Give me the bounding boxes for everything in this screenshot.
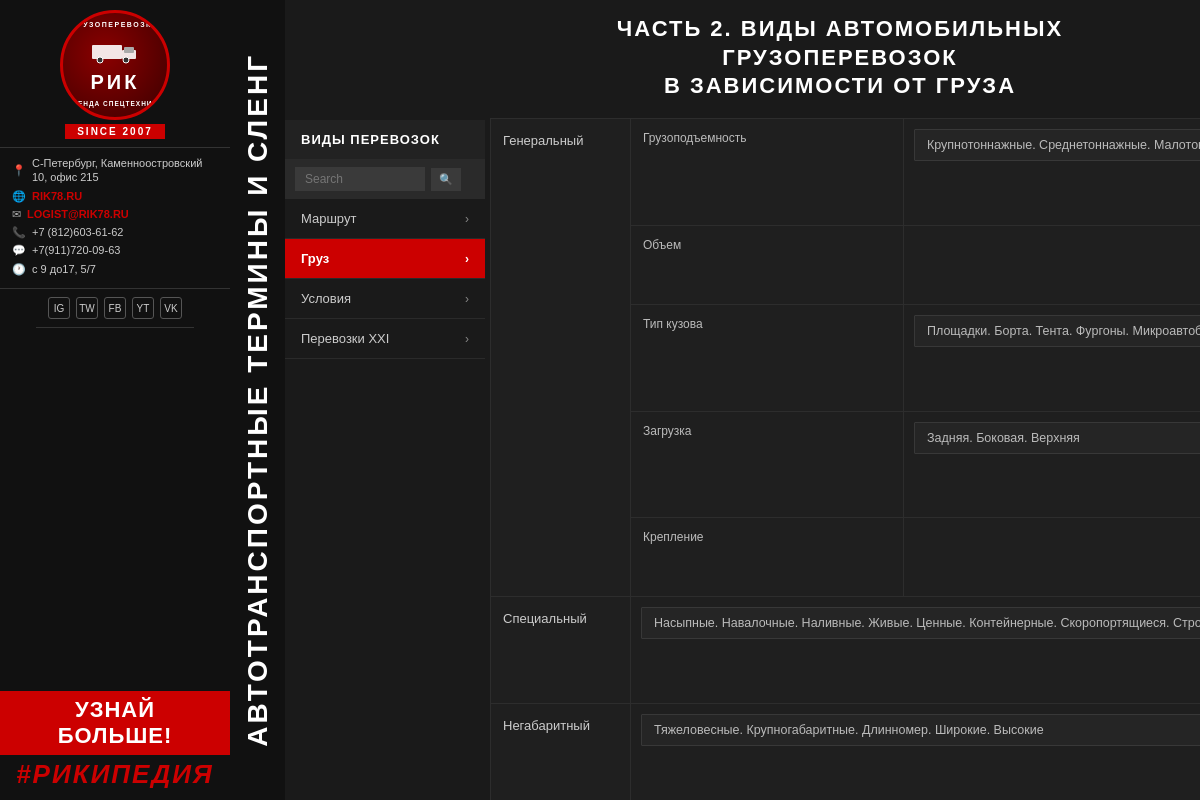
facebook-icon[interactable]: FB: [104, 297, 126, 319]
det-specialny: Насыпные. Навалочные. Наливные. Живые. Ц…: [631, 597, 1201, 704]
type-negabaritny: Негабаритный: [491, 704, 631, 800]
table-row: Негабаритный Тяжеловесные. Крупногабарит…: [491, 704, 1201, 800]
chevron-right-icon-active: ›: [465, 252, 469, 266]
email-link[interactable]: LOGIST@RIK78.RU: [27, 207, 129, 221]
kuzov-box: Площадки. Борта. Тента. Фургоны. Микроав…: [914, 315, 1200, 347]
twitter-icon[interactable]: TW: [76, 297, 98, 319]
nav-item-perevozki[interactable]: Перевозки XXI ›: [285, 319, 485, 359]
det-zagruzka: Задняя. Боковая. Верхняя: [903, 411, 1200, 518]
svg-rect-2: [124, 47, 134, 53]
logo-circle: ГРУЗОПЕРЕВОЗКИ РИК АРЕНДА СПЕЦТЕХНИКИ: [60, 10, 170, 120]
negabaritny-box: Тяжеловесные. Крупногабаритные. Длинноме…: [641, 714, 1200, 746]
search-input[interactable]: [295, 167, 425, 191]
sub-obem: Объем: [631, 225, 904, 304]
since-badge: SINCE 2007: [65, 124, 165, 139]
sub-zagruzka: Загрузка: [631, 411, 904, 518]
phone2-row[interactable]: 💬 +7(911)720-09-63: [12, 243, 218, 257]
zagruzka-box: Задняя. Боковая. Верхняя: [914, 422, 1200, 454]
chevron-right-icon: ›: [465, 212, 469, 226]
det-obem: [903, 225, 1200, 304]
location-icon: 📍: [12, 163, 26, 177]
instagram-icon[interactable]: IG: [48, 297, 70, 319]
nav-item-marshrut[interactable]: Маршрут ›: [285, 199, 485, 239]
det-negabaritny: Тяжеловесные. Крупногабаритные. Длинноме…: [631, 704, 1201, 800]
det-kreplenie: [903, 518, 1200, 597]
nav-item-usloviya[interactable]: Условия ›: [285, 279, 485, 319]
address-row: 📍 С-Петербург, Каменноостровский 10, офи…: [12, 156, 218, 185]
search-box: 🔍: [285, 159, 485, 199]
vertical-strip: АВТОТРАНСПОРТНЫЕ ТЕРМИНЫ И СЛЕНГ: [230, 0, 285, 800]
truck-icon: [90, 37, 140, 65]
specialny-box: Насыпные. Навалочные. Наливные. Живые. Ц…: [641, 607, 1200, 639]
det-tonnazh: Крупнотоннажные. Среднетоннажные. Малото…: [903, 119, 1200, 226]
globe-icon: 🌐: [12, 189, 26, 203]
nav-item-perevozki-label: Перевозки XXI: [301, 331, 389, 346]
clock-icon: 🕐: [12, 262, 26, 276]
nav-column: ВИДЫ ПЕРЕВОЗОК 🔍 Маршрут › Груз › Услови…: [285, 120, 485, 780]
logo-arc-top: ГРУЗОПЕРЕВОЗКИ: [72, 21, 159, 28]
youtube-icon[interactable]: YT: [132, 297, 154, 319]
phone2-text: +7(911)720-09-63: [32, 243, 120, 257]
website-link[interactable]: RIK78.RU: [32, 189, 82, 203]
vertical-text: АВТОТРАНСПОРТНЫЕ ТЕРМИНЫ И СЛЕНГ: [242, 53, 274, 747]
svg-point-3: [97, 57, 103, 63]
phone-icon: 📞: [12, 225, 26, 239]
logo-arc-bottom: АРЕНДА СПЕЦТЕХНИКИ: [67, 100, 163, 107]
table-row: Генеральный Грузоподъемность Крупнотонна…: [491, 119, 1201, 226]
sub-tipkuzova: Тип кузова: [631, 304, 904, 411]
main-title: ЧАСТЬ 2. ВИДЫ АВТОМОБИЛЬНЫХ ГРУЗОПЕРЕВОЗ…: [500, 15, 1180, 101]
table-row: Специальный Насыпные. Навалочные. Наливн…: [491, 597, 1201, 704]
svg-point-4: [123, 57, 129, 63]
logo-inner: РИК: [90, 37, 140, 94]
contact-section: 📍 С-Петербург, Каменноостровский 10, офи…: [0, 148, 230, 289]
vk-icon[interactable]: VK: [160, 297, 182, 319]
search-button[interactable]: 🔍: [431, 168, 461, 191]
website-row[interactable]: 🌐 RIK78.RU: [12, 189, 218, 203]
chevron-right-icon-3: ›: [465, 332, 469, 346]
type-specialny: Специальный: [491, 597, 631, 704]
social-row: IG TW FB YT VK: [36, 289, 194, 328]
sub-kreplenie: Крепление: [631, 518, 904, 597]
logo-brand: РИК: [90, 71, 140, 94]
phone1-row[interactable]: 📞 +7 (812)603-61-62: [12, 225, 218, 239]
title-span: ЧАСТЬ 2. ВИДЫ АВТОМОБИЛЬНЫХ ГРУЗОПЕРЕВОЗ…: [617, 16, 1063, 98]
cta-button[interactable]: УЗНАЙ БОЛЬШЕ!: [0, 691, 230, 755]
email-icon: ✉: [12, 207, 21, 221]
whatsapp-icon: 💬: [12, 243, 26, 257]
logo-area: ГРУЗОПЕРЕВОЗКИ РИК АРЕНДА СПЕЦТЕХНИКИ SI…: [0, 0, 230, 148]
hashtag-text: #РИКИПЕДИЯ: [16, 759, 214, 790]
hours-text: с 9 до17, 5/7: [32, 262, 96, 276]
main-title-text: ЧАСТЬ 2. ВИДЫ АВТОМОБИЛЬНЫХ ГРУЗОПЕРЕВОЗ…: [500, 15, 1180, 101]
nav-item-usloviya-label: Условия: [301, 291, 351, 306]
nav-item-marshrut-label: Маршрут: [301, 211, 356, 226]
nav-item-gruz[interactable]: Груз ›: [285, 239, 485, 279]
chevron-right-icon-2: ›: [465, 292, 469, 306]
left-sidebar: ГРУЗОПЕРЕВОЗКИ РИК АРЕНДА СПЕЦТЕХНИКИ SI…: [0, 0, 230, 800]
tonnazh-box: Крупнотоннажные. Среднетоннажные. Малото…: [914, 129, 1200, 161]
promo-section: УЗНАЙ БОЛЬШЕ! #РИКИПЕДИЯ: [0, 328, 230, 800]
sub-gruzopodyomnost: Грузоподъемность: [631, 119, 904, 226]
nav-header: ВИДЫ ПЕРЕВОЗОК: [285, 120, 485, 159]
address-text: С-Петербург, Каменноостровский 10, офис …: [32, 156, 218, 185]
hours-row: 🕐 с 9 до17, 5/7: [12, 262, 218, 276]
email-row[interactable]: ✉ LOGIST@RIK78.RU: [12, 207, 218, 221]
svg-rect-0: [92, 45, 122, 59]
det-kuzov: Площадки. Борта. Тента. Фургоны. Микроав…: [903, 304, 1200, 411]
phone1-text: +7 (812)603-61-62: [32, 225, 123, 239]
nav-item-gruz-label: Груз: [301, 251, 329, 266]
cargo-table: Генеральный Грузоподъемность Крупнотонна…: [490, 118, 1200, 800]
type-generalny: Генеральный: [491, 119, 631, 597]
